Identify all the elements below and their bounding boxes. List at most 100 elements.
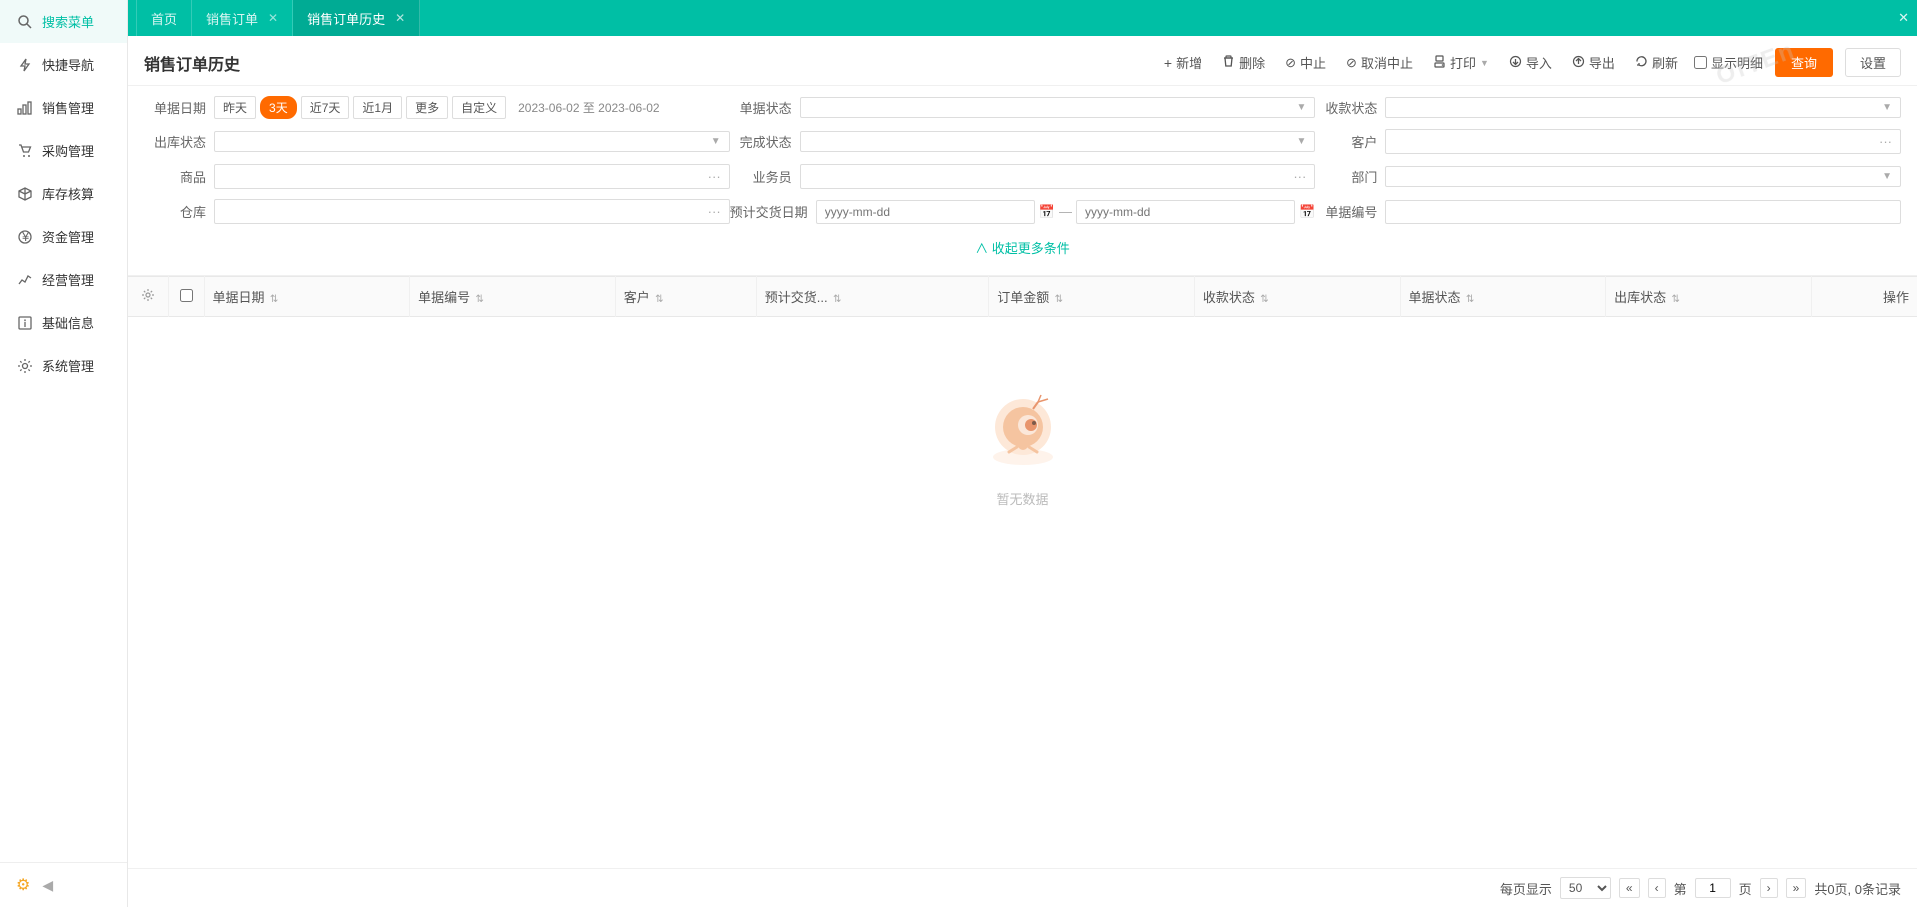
date-btn-3days[interactable]: 3天: [260, 96, 297, 119]
prev-page-button[interactable]: ‹: [1648, 878, 1666, 898]
payment-status-chevron: ▼: [1882, 102, 1892, 113]
sort-icon-delivery[interactable]: ⇅: [833, 294, 841, 305]
main-area: 首页 销售订单 ✕ 销售订单历史 ✕ ✕ 销售订单历史 + 新增: [128, 0, 1917, 907]
print-button[interactable]: 打印 ▼: [1429, 51, 1493, 74]
window-controls: ✕: [1898, 10, 1909, 26]
page-number-input[interactable]: [1695, 878, 1731, 898]
sidebar-item-sales-label: 销售管理: [42, 98, 94, 117]
page-size-select[interactable]: 50 10 20 100: [1560, 877, 1611, 899]
payment-status-select[interactable]: ▼: [1385, 97, 1901, 118]
sort-icon-amount[interactable]: ⇅: [1055, 294, 1063, 305]
window-close-icon[interactable]: ✕: [1898, 10, 1909, 26]
sidebar-item-sales[interactable]: 销售管理: [0, 86, 127, 129]
next-page-button[interactable]: ›: [1760, 878, 1778, 898]
customer-input[interactable]: ···: [1385, 129, 1901, 154]
dept-label: 部门: [1315, 167, 1385, 186]
content-area: 销售订单历史 + 新增 删除 ⊘ 中止 ⊘ 取消中: [128, 36, 1917, 907]
add-button[interactable]: + 新增: [1160, 51, 1206, 74]
sidebar-item-operations[interactable]: 经营管理: [0, 258, 127, 301]
filter-row-2: 出库状态 ▼ 完成状态 ▼ 客户 ···: [144, 129, 1901, 154]
filter-cell-payment-status: 收款状态 ▼: [1315, 97, 1901, 118]
bill-status-select[interactable]: ▼: [800, 97, 1316, 118]
tab-sales-order-history-close[interactable]: ✕: [395, 11, 405, 25]
tab-home[interactable]: 首页: [136, 0, 192, 36]
date-btn-7days[interactable]: 近7天: [301, 96, 350, 119]
bill-status-label: 单据状态: [730, 98, 800, 117]
sidebar: 搜索菜单 快捷导航 销售管理 采购管理 库存核算 ¥ 资金管理 经营管理: [0, 0, 128, 907]
export-button[interactable]: 导出: [1568, 51, 1619, 74]
money-icon: ¥: [16, 228, 34, 246]
stop-button[interactable]: ⊘ 中止: [1281, 51, 1330, 74]
salesman-input[interactable]: ···: [800, 164, 1316, 189]
sort-icon-date[interactable]: ⇅: [270, 294, 278, 305]
filter-collapse[interactable]: ∧ 收起更多条件: [144, 234, 1901, 265]
date-btn-more[interactable]: 更多: [406, 96, 448, 119]
page-suffix: 页: [1739, 879, 1752, 898]
display-toggle-checkbox[interactable]: [1694, 56, 1707, 69]
sidebar-collapse-icon[interactable]: ◀: [42, 877, 53, 894]
th-payment-status: 收款状态 ⇅: [1194, 277, 1400, 317]
sort-icon-billstatus[interactable]: ⇅: [1466, 294, 1474, 305]
dept-select[interactable]: ▼: [1385, 166, 1901, 187]
tab-home-label: 首页: [151, 9, 177, 28]
refresh-button[interactable]: 刷新: [1631, 51, 1682, 74]
out-status-select[interactable]: ▼: [214, 131, 730, 152]
sidebar-item-basicinfo[interactable]: 基础信息: [0, 301, 127, 344]
sidebar-item-search[interactable]: 搜索菜单: [0, 0, 127, 43]
delivery-end-input[interactable]: [1076, 200, 1295, 224]
tab-sales-order-history-label: 销售订单历史: [307, 9, 385, 28]
sidebar-bottom: ⚙ ◀: [0, 862, 127, 907]
filter-cell-billno: 单据编号: [1315, 200, 1901, 224]
th-settings[interactable]: [128, 277, 168, 317]
filter-cell-product: 商品 ···: [144, 164, 730, 189]
tab-sales-order-history[interactable]: 销售订单历史 ✕: [293, 0, 420, 36]
first-page-button[interactable]: «: [1619, 878, 1640, 898]
product-input[interactable]: ···: [214, 164, 730, 189]
delete-button[interactable]: 删除: [1218, 51, 1269, 74]
th-check[interactable]: [168, 277, 204, 317]
complete-status-select[interactable]: ▼: [800, 131, 1316, 152]
sidebar-item-operations-label: 经营管理: [42, 270, 94, 289]
data-table: 单据日期 ⇅ 单据编号 ⇅ 客户 ⇅ 预计交货...: [128, 276, 1917, 317]
sidebar-item-finance[interactable]: ¥ 资金管理: [0, 215, 127, 258]
import-button[interactable]: 导入: [1505, 51, 1556, 74]
delivery-start-input[interactable]: [816, 200, 1035, 224]
select-all-checkbox[interactable]: [180, 289, 193, 302]
date-btn-1month[interactable]: 近1月: [353, 96, 402, 119]
cancel-stop-button[interactable]: ⊘ 取消中止: [1342, 51, 1417, 74]
empty-state: 暂无数据: [128, 317, 1917, 568]
customer-more-icon: ···: [1879, 134, 1892, 149]
export-icon: [1572, 55, 1585, 71]
warehouse-input[interactable]: ···: [214, 199, 730, 224]
sort-icon-billno[interactable]: ⇅: [475, 294, 483, 305]
salesman-more-icon: ···: [1293, 169, 1306, 184]
warehouse-label: 仓库: [144, 202, 214, 221]
sidebar-item-quicknav[interactable]: 快捷导航: [0, 43, 127, 86]
page-size-label: 每页显示: [1500, 879, 1552, 898]
empty-illustration: [973, 377, 1073, 477]
date-btn-custom[interactable]: 自定义: [452, 96, 506, 119]
last-page-button[interactable]: »: [1786, 878, 1807, 898]
delivery-calendar-end[interactable]: 📅: [1299, 204, 1315, 220]
print-chevron: ▼: [1480, 58, 1489, 68]
tab-sales-order[interactable]: 销售订单 ✕: [192, 0, 293, 36]
delivery-separator: —: [1059, 204, 1072, 219]
sidebar-settings-icon[interactable]: ⚙: [16, 875, 30, 895]
setting-button[interactable]: 设置: [1845, 48, 1901, 77]
sort-icon-outstatus[interactable]: ⇅: [1672, 294, 1680, 305]
sort-icon-payment[interactable]: ⇅: [1260, 294, 1268, 305]
delivery-calendar-start[interactable]: 📅: [1039, 204, 1055, 220]
sort-icon-customer[interactable]: ⇅: [655, 294, 663, 305]
display-toggle[interactable]: 显示明细: [1694, 53, 1763, 72]
query-button[interactable]: 查询: [1775, 48, 1833, 77]
print-icon: [1433, 55, 1446, 71]
billno-input[interactable]: [1385, 200, 1901, 224]
sidebar-item-system[interactable]: 系统管理: [0, 344, 127, 387]
sidebar-item-inventory[interactable]: 库存核算: [0, 172, 127, 215]
date-btn-yesterday[interactable]: 昨天: [214, 96, 256, 119]
sidebar-item-purchase[interactable]: 采购管理: [0, 129, 127, 172]
filter-row-1: 单据日期 昨天 3天 近7天 近1月 更多 自定义 2023-06-02 至 2…: [144, 96, 1901, 119]
stats-icon: [16, 271, 34, 289]
gear-icon: [16, 357, 34, 375]
tab-sales-order-close[interactable]: ✕: [268, 11, 278, 25]
